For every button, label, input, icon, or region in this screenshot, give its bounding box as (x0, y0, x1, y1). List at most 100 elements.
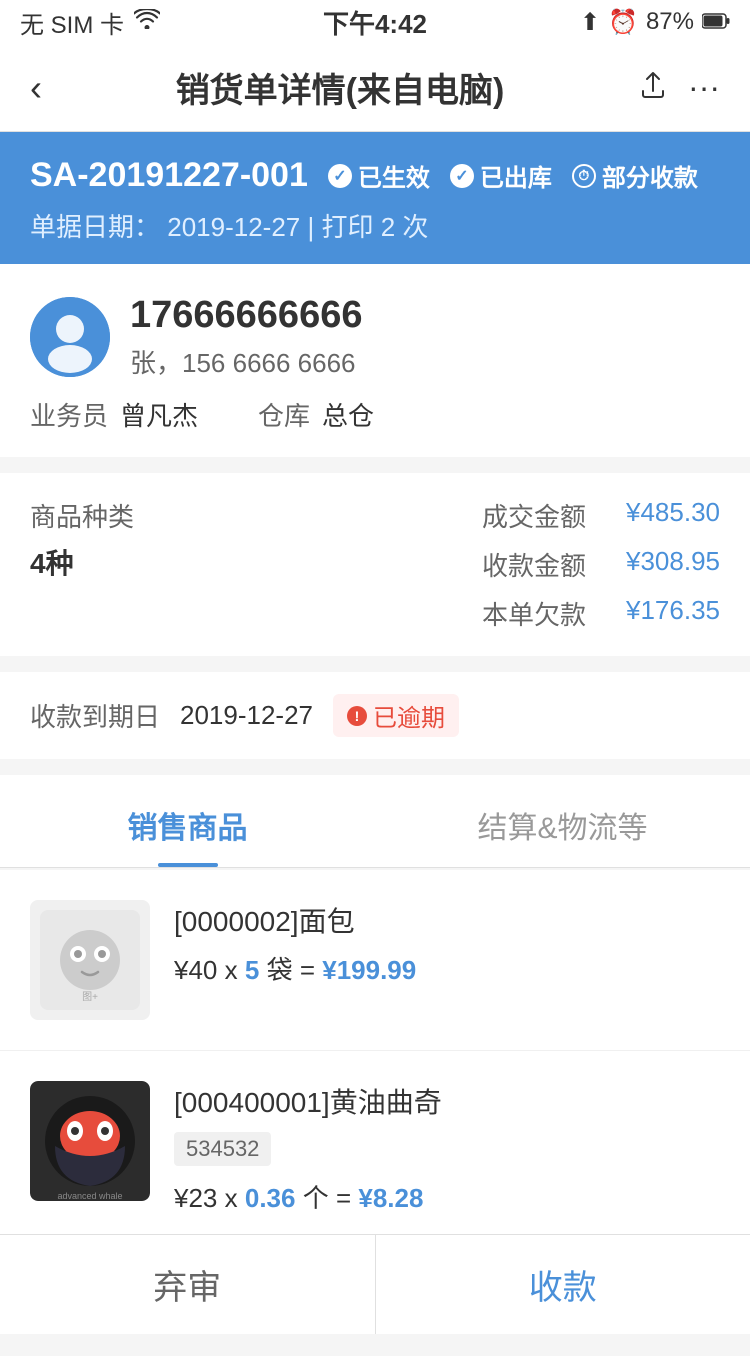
product-price-2: ¥23 x 0.36 个 = ¥8.28 (174, 1178, 720, 1215)
tab-sales-products-label: 销售商品 (128, 812, 248, 845)
due-amount-label: 本单欠款 (482, 595, 586, 632)
share-icon[interactable] (638, 69, 668, 107)
banner-date-row: 单据日期： 2019-12-27 | 打印 2 次 (30, 207, 720, 244)
product-total-2: ¥8.28 (358, 1183, 423, 1213)
received-value: ¥308.95 (626, 546, 720, 583)
product-total-1: ¥199.99 (322, 955, 416, 985)
received-row: 收款金额 ¥308.95 (482, 546, 720, 583)
more-icon[interactable]: ··· (688, 69, 720, 106)
status-shipped-label: 已出库 (480, 158, 552, 193)
product-list: 图+ [0000002]面包 ¥40 x 5 袋 = ¥199.99 (0, 870, 750, 1246)
svg-text:advanced whale: advanced whale (57, 1191, 122, 1201)
battery-text: 87% (646, 8, 694, 36)
alarm-icon: ⏰ (608, 8, 638, 37)
customer-id: 17666666666 (130, 294, 362, 337)
product-thumb-2: advanced whale (30, 1081, 150, 1201)
nav-actions: ··· (638, 69, 720, 107)
salesperson-item: 业务员 曾凡杰 (30, 396, 198, 433)
product-info-1: [0000002]面包 ¥40 x 5 袋 = ¥199.99 (174, 900, 720, 987)
warehouse-label: 仓库 (258, 396, 310, 433)
product-tag-2: 534532 (174, 1132, 271, 1166)
product-unit-1: 袋 (267, 955, 293, 985)
deal-label: 成交金额 (482, 497, 586, 534)
status-partial-label: 部分收款 (602, 158, 698, 193)
warehouse-item: 仓库 总仓 (258, 396, 374, 433)
tab-settlement-label: 结算&物流等 (477, 812, 647, 845)
header-banner: SA-20191227-001 ✓ 已生效 ✓ 已出库 ⏱ 部分收款 单据日期：… (0, 132, 750, 264)
status-active-label: 已生效 (358, 158, 430, 193)
overdue-badge: ! 已逾期 (333, 694, 459, 737)
check-icon-active: ✓ (328, 164, 352, 188)
cancel-button[interactable]: 弃审 (0, 1235, 376, 1334)
status-bar-right: ⬆ ⏰ 87% (580, 8, 730, 37)
carrier-text: 无 SIM 卡 (20, 5, 124, 40)
cancel-label: 弃审 (153, 1260, 221, 1309)
bottom-bar: 弃审 收款 (0, 1234, 750, 1334)
received-label: 收款金额 (482, 546, 586, 583)
product-qty-2: 0.36 (245, 1183, 296, 1213)
avatar (30, 297, 110, 377)
page-title: 销货单详情(来自电脑) (176, 63, 505, 112)
product-name-1: [0000002]面包 (174, 900, 720, 940)
customer-row: 17666666666 张，156 6666 6666 (30, 294, 720, 380)
product-qty-1: 5 (245, 955, 259, 985)
customer-meta: 业务员 曾凡杰 仓库 总仓 (30, 396, 720, 433)
customer-section: 17666666666 张，156 6666 6666 业务员 曾凡杰 仓库 总… (0, 264, 750, 457)
deal-value: ¥485.30 (626, 497, 720, 534)
nav-bar: ‹ 销货单详情(来自电脑) ··· (0, 44, 750, 132)
date-label: 单据日期： (30, 212, 160, 242)
type-label: 商品种类 (30, 497, 134, 534)
product-equals-1: = (300, 955, 322, 985)
status-badge-shipped: ✓ 已出库 (450, 158, 552, 193)
tab-settlement[interactable]: 结算&物流等 (375, 775, 750, 867)
location-icon: ⬆ (580, 8, 600, 37)
customer-contact: 张，156 6666 6666 (130, 343, 362, 380)
warehouse-value: 总仓 (322, 396, 374, 433)
status-badge-partial: ⏱ 部分收款 (572, 158, 698, 193)
product-multiply-1: x (225, 955, 245, 985)
product-name-2: [000400001]黄油曲奇 (174, 1081, 720, 1121)
confirm-button[interactable]: 收款 (376, 1235, 750, 1334)
order-date: 2019-12-27 (167, 212, 300, 242)
product-equals-2: = (336, 1183, 358, 1213)
status-bar: 无 SIM 卡 下午4:42 ⬆ ⏰ 87% (0, 0, 750, 44)
product-base-price-1: ¥40 (174, 955, 217, 985)
summary-left: 商品种类 4种 (30, 497, 134, 582)
type-count: 4种 (30, 542, 134, 582)
battery-icon (702, 8, 730, 36)
summary-right: 成交金额 ¥485.30 收款金额 ¥308.95 本单欠款 ¥176.35 (482, 497, 720, 632)
overdue-text: 已逾期 (373, 698, 445, 733)
due-date-section: 收款到期日 2019-12-27 ! 已逾期 (0, 672, 750, 759)
product-item-1: 图+ [0000002]面包 ¥40 x 5 袋 = ¥199.99 (0, 870, 750, 1051)
back-button[interactable]: ‹ (30, 67, 42, 109)
tab-sales-products[interactable]: 销售商品 (0, 775, 375, 867)
print-suffix: 次 (402, 212, 428, 242)
print-count: 2 (381, 212, 395, 242)
product-multiply-2: x (225, 1183, 245, 1213)
status-badge-active: ✓ 已生效 (328, 158, 430, 193)
wifi-icon (134, 8, 160, 36)
product-item-2: advanced whale [000400001]黄油曲奇 534532 ¥2… (0, 1051, 750, 1246)
due-date-value: 2019-12-27 (180, 700, 313, 731)
check-icon-shipped: ✓ (450, 164, 474, 188)
product-thumb-1: 图+ (30, 900, 150, 1020)
status-bar-time: 下午4:42 (323, 4, 427, 41)
salesperson-label: 业务员 (30, 396, 108, 433)
clock-icon: ⏱ (572, 164, 596, 188)
product-unit-2: 个 (303, 1183, 329, 1213)
svg-text:图+: 图+ (82, 991, 98, 1003)
deal-row: 成交金额 ¥485.30 (482, 497, 720, 534)
salesperson-value: 曾凡杰 (120, 396, 198, 433)
overdue-icon: ! (347, 706, 367, 726)
due-date-label: 收款到期日 (30, 697, 160, 734)
product-info-2: [000400001]黄油曲奇 534532 ¥23 x 0.36 个 = ¥8… (174, 1081, 720, 1215)
order-id: SA-20191227-001 (30, 156, 308, 195)
summary-section: 商品种类 4种 成交金额 ¥485.30 收款金额 ¥308.95 本单欠款 ¥… (0, 473, 750, 656)
tabs: 销售商品 结算&物流等 (0, 775, 750, 868)
order-id-row: SA-20191227-001 ✓ 已生效 ✓ 已出库 ⏱ 部分收款 (30, 156, 720, 195)
customer-info: 17666666666 张，156 6666 6666 (130, 294, 362, 380)
due-amount-value: ¥176.35 (626, 595, 720, 632)
print-separator: | 打印 (307, 212, 373, 242)
product-price-1: ¥40 x 5 袋 = ¥199.99 (174, 950, 720, 987)
confirm-label: 收款 (529, 1260, 597, 1309)
